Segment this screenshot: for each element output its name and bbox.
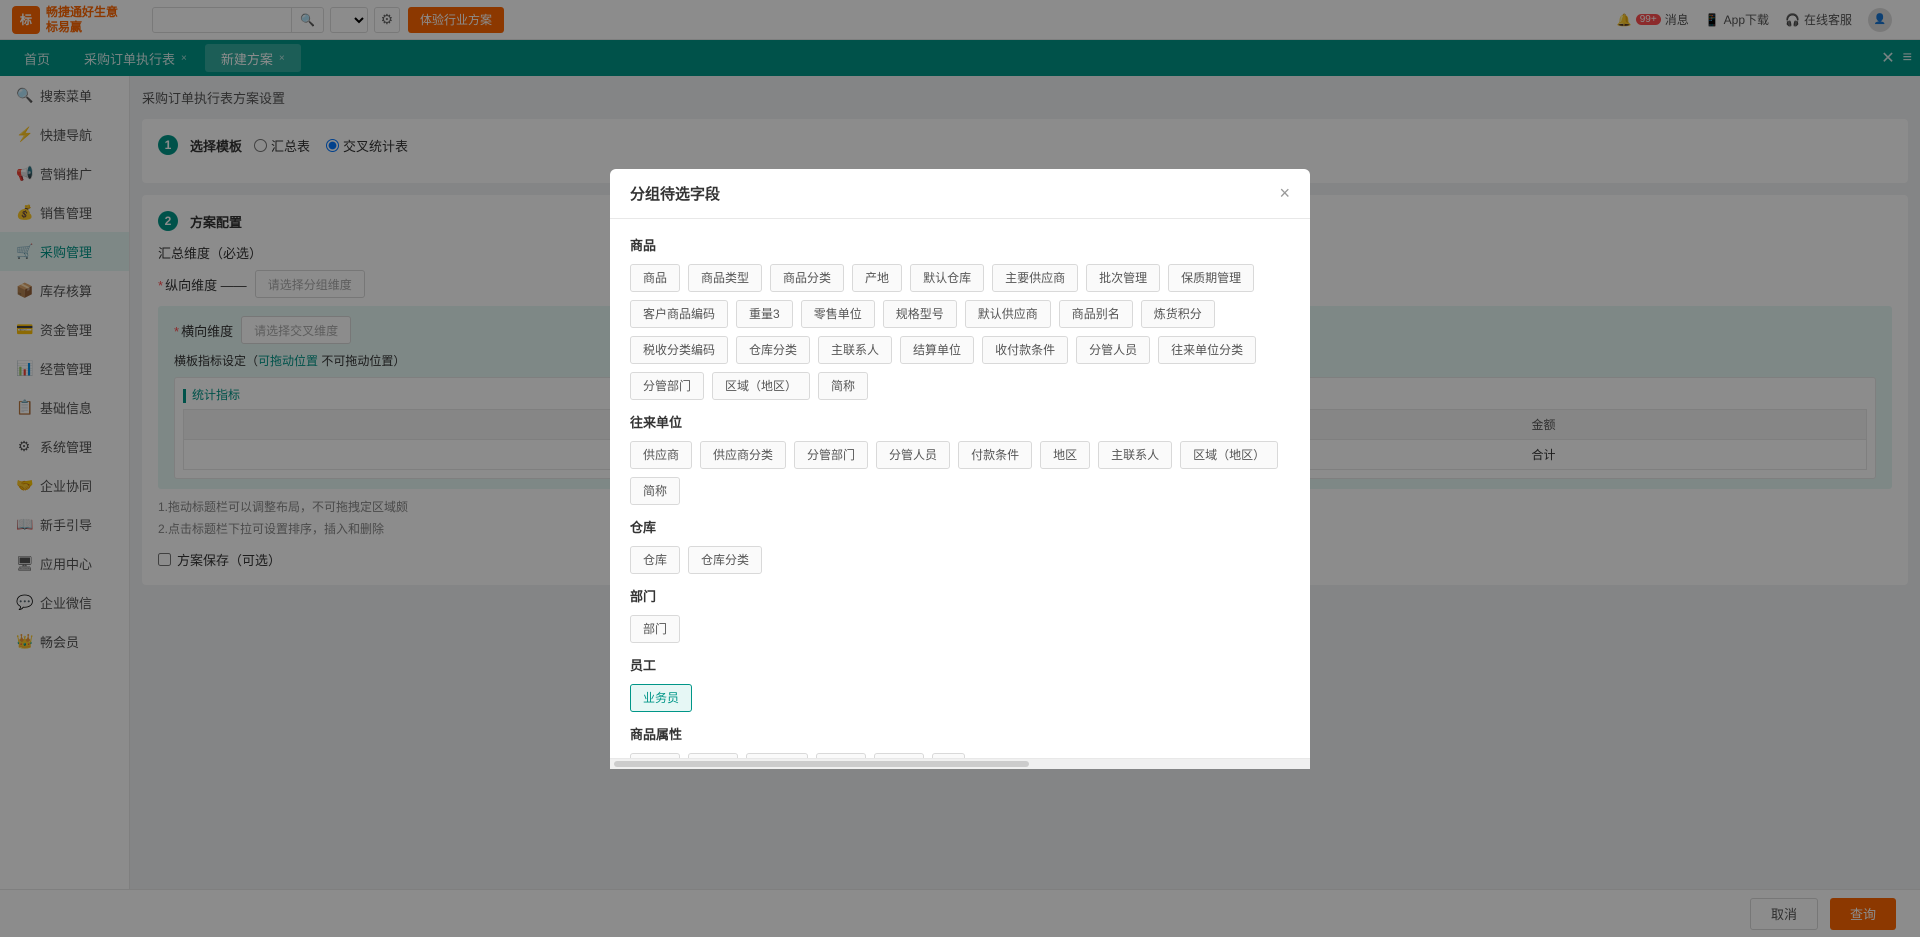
section-title-employee: 员工	[630, 655, 1290, 674]
field-chip-partner-region[interactable]: 区域（地区）	[1180, 441, 1278, 469]
field-chip-settlement-unit[interactable]: 结算单位	[900, 336, 974, 364]
field-chip-customer-code[interactable]: 客户商品编码	[630, 300, 728, 328]
field-chip-partner-person[interactable]: 分管人员	[876, 441, 950, 469]
field-chip-managed-dept[interactable]: 分管部门	[630, 372, 704, 400]
warehouse-fields: 仓库 仓库分类	[630, 546, 1290, 574]
field-chip-origin[interactable]: 产地	[852, 264, 902, 292]
field-chip-tax-code[interactable]: 税收分类编码	[630, 336, 728, 364]
field-chip-wh-category[interactable]: 仓库分类	[688, 546, 762, 574]
field-chip-payment-terms[interactable]: 收付款条件	[982, 336, 1068, 364]
field-chip-region[interactable]: 区域（地区）	[712, 372, 810, 400]
field-chip-spec-model[interactable]: 规格型号	[883, 300, 957, 328]
scrollbar-thumb	[614, 761, 1029, 767]
section-title-warehouse: 仓库	[630, 517, 1290, 536]
modal-header: 分组待选字段 ×	[610, 169, 1310, 219]
field-chip-salesperson[interactable]: 业务员	[630, 684, 692, 712]
field-chip-payment-cond[interactable]: 付款条件	[958, 441, 1032, 469]
department-fields: 部门	[630, 615, 1290, 643]
field-chip-warehouse[interactable]: 仓库	[630, 546, 680, 574]
field-chip-short-name[interactable]: 简称	[818, 372, 868, 400]
field-selection-modal: 分组待选字段 × 商品 商品 商品类型 商品分类 产地 默认仓库 主要供应商 批…	[610, 169, 1310, 769]
section-title-partner: 往来单位	[630, 412, 1290, 431]
field-chip-warehouse-category[interactable]: 仓库分类	[736, 336, 810, 364]
field-chip-main-supplier[interactable]: 主要供应商	[992, 264, 1078, 292]
field-chip-partner-category[interactable]: 往来单位分类	[1158, 336, 1256, 364]
field-chip-managed-by[interactable]: 分管人员	[1076, 336, 1150, 364]
section-title-product: 商品	[630, 235, 1290, 254]
modal-scrollbar-horizontal[interactable]	[610, 758, 1310, 769]
product-fields: 商品 商品类型 商品分类 产地 默认仓库 主要供应商 批次管理 保质期管理 客户…	[630, 264, 1290, 400]
modal-close-button[interactable]: ×	[1279, 183, 1290, 204]
field-chip-refine-points[interactable]: 炼货积分	[1141, 300, 1215, 328]
field-chip-product[interactable]: 商品	[630, 264, 680, 292]
field-chip-supplier-category[interactable]: 供应商分类	[700, 441, 786, 469]
field-chip-retail-unit[interactable]: 零售单位	[801, 300, 875, 328]
section-title-department: 部门	[630, 586, 1290, 605]
field-chip-product-alias[interactable]: 商品别名	[1059, 300, 1133, 328]
modal-title: 分组待选字段	[630, 183, 720, 204]
partner-fields: 供应商 供应商分类 分管部门 分管人员 付款条件 地区 主联系人 区域（地区） …	[630, 441, 1290, 505]
field-chip-default-supplier[interactable]: 默认供应商	[965, 300, 1051, 328]
field-chip-product-category[interactable]: 商品分类	[770, 264, 844, 292]
field-chip-weight3[interactable]: 重量3	[736, 300, 793, 328]
modal-body: 商品 商品 商品类型 商品分类 产地 默认仓库 主要供应商 批次管理 保质期管理…	[610, 219, 1310, 758]
field-chip-main-contact[interactable]: 主联系人	[818, 336, 892, 364]
field-chip-partner-short[interactable]: 简称	[630, 477, 680, 505]
field-chip-dept[interactable]: 部门	[630, 615, 680, 643]
field-chip-area[interactable]: 地区	[1040, 441, 1090, 469]
field-chip-partner-dept[interactable]: 分管部门	[794, 441, 868, 469]
field-chip-product-type[interactable]: 商品类型	[688, 264, 762, 292]
field-chip-expiry-mgmt[interactable]: 保质期管理	[1168, 264, 1254, 292]
section-title-product-attr: 商品属性	[630, 724, 1290, 743]
field-chip-supplier[interactable]: 供应商	[630, 441, 692, 469]
field-chip-partner-contact[interactable]: 主联系人	[1098, 441, 1172, 469]
field-chip-batch-mgmt[interactable]: 批次管理	[1086, 264, 1160, 292]
employee-fields: 业务员	[630, 684, 1290, 712]
field-chip-default-warehouse[interactable]: 默认仓库	[910, 264, 984, 292]
